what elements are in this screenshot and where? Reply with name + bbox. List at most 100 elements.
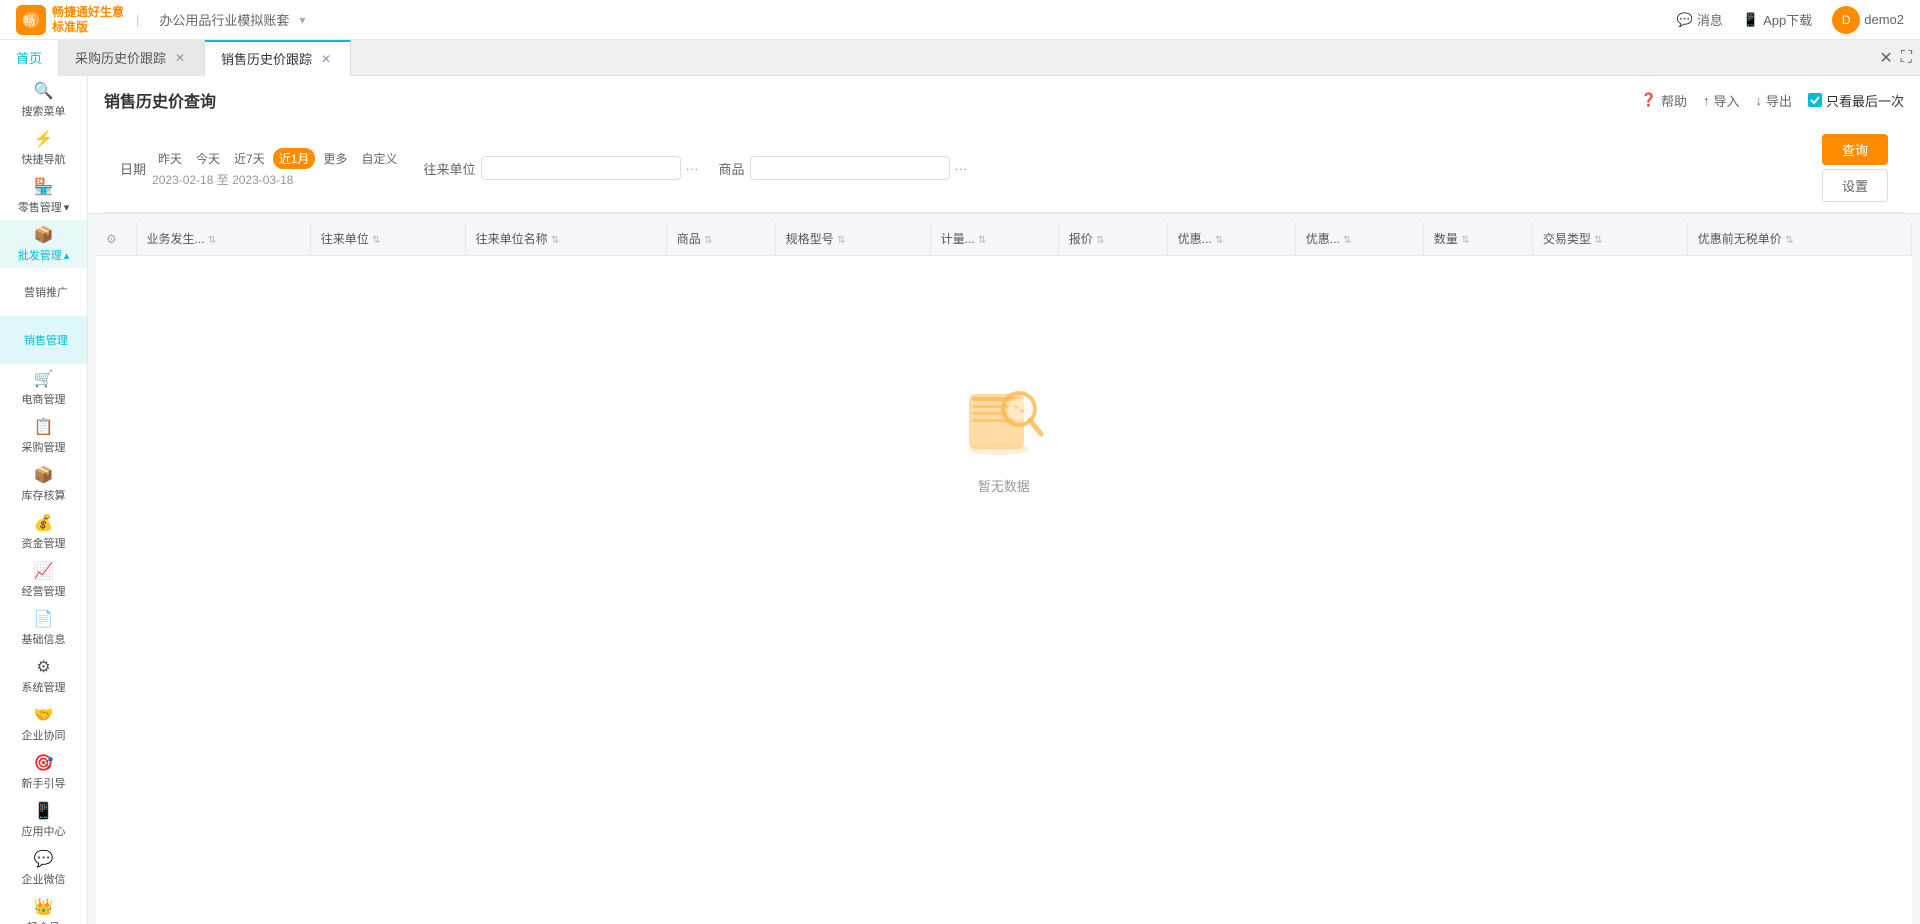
import-btn[interactable]: ↑ 导入 — [1703, 91, 1740, 110]
sort-arrows-biz-date: ⇅ — [208, 235, 216, 246]
goods-select-btn[interactable]: ··· — [954, 161, 967, 176]
date-range-text: 2023-02-18 至 2023-03-18 — [152, 171, 403, 188]
help-icon: ❓ — [1641, 92, 1657, 108]
topbar-right: 💬 消息 📱 App下载 D demo2 — [1677, 6, 1904, 34]
logo-text: 畅捷通好生意 标准版 — [52, 5, 124, 34]
col-trade-type[interactable]: 交易类型 ⇅ — [1532, 222, 1687, 256]
date-option-custom[interactable]: 自定义 — [355, 148, 403, 169]
purchase-icon: 📋 — [34, 417, 54, 437]
sidebar-item-quick-nav[interactable]: ⚡ 快捷导航 — [0, 124, 87, 172]
date-option-1month[interactable]: 近1月 — [273, 148, 316, 169]
data-table: ⚙ 业务发生... ⇅ 往来单位 ⇅ 往来单位名称 ⇅ 商品 ⇅ 规格型号 ⇅ … — [96, 222, 1912, 603]
col-quantity[interactable]: 数量 ⇅ — [1423, 222, 1532, 256]
query-button[interactable]: 查询 — [1822, 134, 1888, 165]
setting-button[interactable]: 设置 — [1822, 169, 1888, 202]
sort-arrows-quote: ⇅ — [1096, 235, 1104, 246]
sidebar-item-inventory[interactable]: 📦 库存核算 — [0, 460, 87, 508]
page-title: 销售历史价查询 — [104, 88, 216, 112]
sort-arrows-discount1: ⇅ — [1215, 235, 1223, 246]
app-download-btn[interactable]: 📱 App下载 — [1743, 10, 1812, 29]
sidebar-item-search[interactable]: 🔍 搜索菜单 — [0, 76, 87, 124]
sidebar: 🔍 搜索菜单 ⚡ 快捷导航 🏪 零售管理▾ 📦 批发管理▴ 营销推广 销售管理 … — [0, 76, 88, 924]
sidebar-item-vip[interactable]: 👑 畅会员 — [0, 892, 87, 924]
retail-icon: 🏪 — [34, 177, 54, 197]
col-partner[interactable]: 往来单位 ⇅ — [310, 222, 465, 256]
date-options: 昨天 今天 近7天 近1月 更多 自定义 — [152, 148, 403, 169]
export-icon: ↓ — [1755, 93, 1762, 108]
empty-illustration — [944, 364, 1064, 464]
date-option-yesterday[interactable]: 昨天 — [152, 148, 188, 169]
goods-input-wrapper: ··· — [750, 156, 967, 180]
sort-arrows-quantity: ⇅ — [1461, 235, 1469, 246]
app-title-dropdown[interactable]: ▾ — [299, 13, 305, 27]
partner-filter-group: 往来单位 ··· — [423, 156, 698, 180]
col-quote[interactable]: 报价 ⇅ — [1058, 222, 1167, 256]
logo-area: 畅 畅捷通好生意 标准版 — [16, 5, 124, 35]
apps-icon: 📱 — [34, 801, 54, 821]
tab-sales-close[interactable]: ✕ — [318, 51, 334, 67]
sidebar-item-system[interactable]: ⚙ 系统管理 — [0, 652, 87, 700]
message-btn[interactable]: 💬 消息 — [1677, 10, 1723, 29]
goods-input[interactable] — [750, 156, 950, 180]
maximize-btn[interactable]: ⛶ — [1901, 49, 1912, 67]
quicknav-icon: ⚡ — [34, 129, 54, 149]
col-discount1[interactable]: 优惠... ⇅ — [1167, 222, 1295, 256]
empty-text: 暂无数据 — [978, 476, 1030, 495]
tab-home[interactable]: 首页 — [0, 40, 59, 76]
close-all-tabs[interactable]: ✕ — [1879, 48, 1892, 68]
partner-select-btn[interactable]: ··· — [685, 161, 698, 176]
sidebar-item-enterprise[interactable]: 🤝 企业协同 — [0, 700, 87, 748]
sidebar-item-ecom[interactable]: 🛒 电商管理 — [0, 364, 87, 412]
table-header: ⚙ 业务发生... ⇅ 往来单位 ⇅ 往来单位名称 ⇅ 商品 ⇅ 规格型号 ⇅ … — [96, 222, 1912, 256]
col-biz-date[interactable]: 业务发生... ⇅ — [136, 222, 310, 256]
sidebar-item-wechat[interactable]: 💬 企业微信 — [0, 844, 87, 892]
sidebar-item-wholesale[interactable]: 📦 批发管理▴ — [0, 220, 87, 268]
date-option-more[interactable]: 更多 — [317, 148, 353, 169]
sidebar-item-sales-mgmt[interactable]: 销售管理 — [0, 316, 87, 364]
sort-arrows-discount2: ⇅ — [1343, 235, 1351, 246]
tabbar: 首页 采购历史价跟踪 ✕ 销售历史价跟踪 ✕ ✕ ⛶ — [0, 40, 1920, 76]
col-goods[interactable]: 商品 ⇅ — [666, 222, 775, 256]
sidebar-item-guide[interactable]: 🎯 新手引导 — [0, 748, 87, 796]
col-unit[interactable]: 计量... ⇅ — [930, 222, 1058, 256]
col-pretax-price[interactable]: 优惠前无税单价 ⇅ — [1687, 222, 1911, 256]
sidebar-item-marketing[interactable]: 营销推广 — [0, 268, 87, 316]
phone-icon: 📱 — [1743, 12, 1759, 28]
date-label: 日期 — [120, 159, 146, 178]
page-title-row: 销售历史价查询 ❓ 帮助 ↑ 导入 ↓ 导出 — [104, 88, 1904, 112]
sidebar-item-retail[interactable]: 🏪 零售管理▾ — [0, 172, 87, 220]
sidebar-item-apps[interactable]: 📱 应用中心 — [0, 796, 87, 844]
date-option-today[interactable]: 今天 — [190, 148, 226, 169]
user-menu[interactable]: D demo2 — [1832, 6, 1904, 34]
sidebar-item-basic-info[interactable]: 📄 基础信息 — [0, 604, 87, 652]
only-last-checkbox[interactable] — [1808, 93, 1822, 107]
col-partner-name[interactable]: 往来单位名称 ⇅ — [465, 222, 666, 256]
col-discount2[interactable]: 优惠... ⇅ — [1295, 222, 1423, 256]
date-option-7days[interactable]: 近7天 — [228, 148, 271, 169]
inventory-icon: 📦 — [34, 465, 54, 485]
col-gear[interactable]: ⚙ — [96, 222, 136, 256]
sort-arrows-partner-name: ⇅ — [551, 235, 559, 246]
tab-purchase[interactable]: 采购历史价跟踪 ✕ — [59, 40, 205, 76]
sidebar-item-finance[interactable]: 💰 资金管理 — [0, 508, 87, 556]
enterprise-icon: 🤝 — [34, 705, 54, 725]
partner-input[interactable] — [481, 156, 681, 180]
help-btn[interactable]: ❓ 帮助 — [1641, 91, 1687, 110]
vip-icon: 👑 — [34, 897, 54, 917]
goods-label: 商品 — [718, 159, 744, 178]
gear-icon: ⚙ — [106, 232, 117, 246]
sort-arrows-spec: ⇅ — [837, 235, 845, 246]
page-actions: ❓ 帮助 ↑ 导入 ↓ 导出 只看最后一次 — [1641, 91, 1904, 110]
tab-purchase-close[interactable]: ✕ — [172, 50, 188, 66]
partner-input-wrapper: ··· — [481, 156, 698, 180]
topbar-left: 畅 畅捷通好生意 标准版 | 办公用品行业模拟账套 ▾ — [16, 5, 305, 35]
export-btn[interactable]: ↓ 导出 — [1755, 91, 1792, 110]
sidebar-item-purchase-mgmt[interactable]: 📋 采购管理 — [0, 412, 87, 460]
tab-sales[interactable]: 销售历史价跟踪 ✕ — [205, 40, 351, 76]
only-last-checkbox-label[interactable]: 只看最后一次 — [1808, 91, 1904, 110]
col-spec[interactable]: 规格型号 ⇅ — [775, 222, 930, 256]
sort-arrows-goods: ⇅ — [704, 235, 712, 246]
goods-filter-group: 商品 ··· — [718, 156, 967, 180]
logo-icon: 畅 — [16, 5, 46, 35]
sidebar-item-operations[interactable]: 📈 经营管理 — [0, 556, 87, 604]
